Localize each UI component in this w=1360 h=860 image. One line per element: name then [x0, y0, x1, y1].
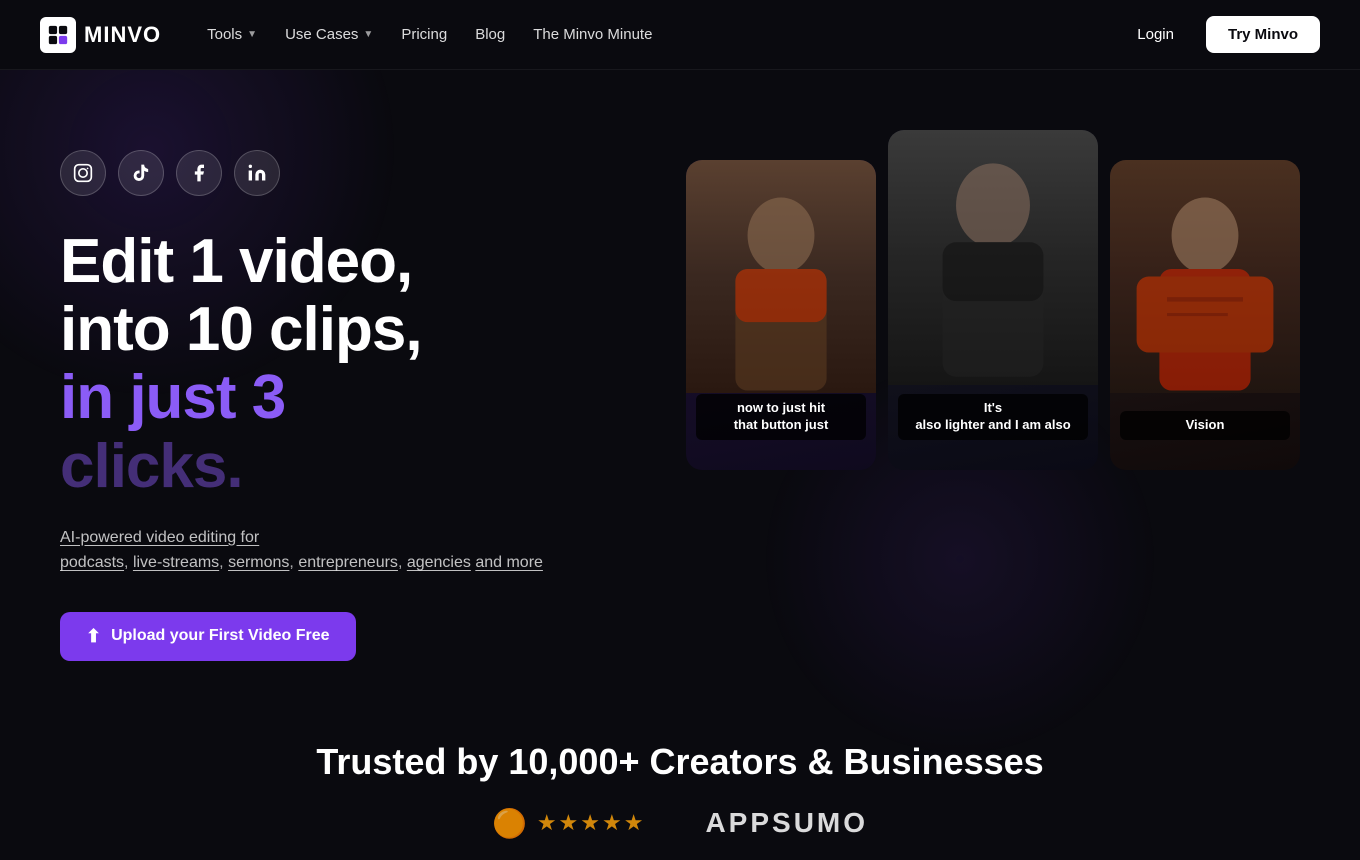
video-thumb-3: Vision [1110, 160, 1300, 470]
video-thumb-1: now to just hitthat button just [686, 160, 876, 470]
try-minvo-button[interactable]: Try Minvo [1206, 16, 1320, 53]
trust-logos: 🟠 ★★★★★ APPSUMO [40, 807, 1320, 840]
hero-subheading: AI-powered video editing for podcasts, l… [60, 525, 543, 576]
heading-line4: clicks. [60, 433, 543, 501]
login-button[interactable]: Login [1121, 18, 1190, 51]
facebook-icon-btn[interactable] [176, 150, 222, 196]
capterra-stars: ★★★★★ [537, 810, 646, 836]
nav-links: Tools ▼ Use Cases ▼ Pricing Blog The Min… [197, 20, 662, 49]
nav-minvo-minute[interactable]: The Minvo Minute [523, 20, 662, 49]
appsumo-logo: APPSUMO [705, 807, 868, 839]
tiktok-icon-btn[interactable] [118, 150, 164, 196]
heading-line3: in just 3 [60, 364, 543, 432]
instagram-icon-btn[interactable] [60, 150, 106, 196]
keyword-livestreams: live-streams [133, 554, 219, 571]
heading-line2: into 10 clips, [60, 296, 543, 364]
nav-left: MINVO Tools ▼ Use Cases ▼ Pricing Blog T… [40, 17, 662, 53]
caption-2: It'salso lighter and I am also [898, 394, 1088, 440]
keyword-sermons: sermons [228, 554, 289, 571]
nav-blog[interactable]: Blog [465, 20, 515, 49]
nav-tools[interactable]: Tools ▼ [197, 20, 267, 49]
hero-left: Edit 1 video, into 10 clips, in just 3 c… [60, 130, 543, 661]
caption-1: now to just hitthat button just [696, 394, 866, 440]
logo[interactable]: MINVO [40, 17, 161, 53]
chevron-down-icon: ▼ [247, 29, 257, 40]
keyword-podcasts: podcasts [60, 554, 124, 571]
chevron-down-icon: ▼ [363, 29, 373, 40]
hero-video-cards: now to just hitthat button just It'salso… [686, 130, 1300, 470]
video-card-1: now to just hitthat button just [686, 160, 876, 470]
capterra-icon: 🟠 [492, 807, 527, 840]
logo-text: MINVO [84, 22, 161, 48]
nav-right: Login Try Minvo [1121, 16, 1320, 53]
hero-section: Edit 1 video, into 10 clips, in just 3 c… [0, 70, 1360, 701]
logo-icon [40, 17, 76, 53]
upload-cta-button[interactable]: ⬆ Upload your First Video Free [60, 612, 356, 661]
capterra-logo: 🟠 ★★★★★ [492, 807, 646, 840]
linkedin-icon-btn[interactable] [234, 150, 280, 196]
hero-heading: Edit 1 video, into 10 clips, in just 3 c… [60, 228, 543, 501]
video-card-2: It'salso lighter and I am also [888, 130, 1098, 470]
upload-icon: ⬆ [86, 626, 101, 647]
nav-pricing[interactable]: Pricing [391, 20, 457, 49]
keyword-entrepreneurs: entrepreneurs [298, 554, 398, 571]
keyword-agencies: agencies [407, 554, 471, 571]
video-thumb-2: It'salso lighter and I am also [888, 130, 1098, 470]
trust-section: Trusted by 10,000+ Creators & Businesses… [0, 701, 1360, 860]
main-nav: MINVO Tools ▼ Use Cases ▼ Pricing Blog T… [0, 0, 1360, 70]
social-icons-row [60, 150, 543, 196]
nav-use-cases[interactable]: Use Cases ▼ [275, 20, 383, 49]
appsumo-text: APPSUMO [705, 807, 868, 839]
trust-heading: Trusted by 10,000+ Creators & Businesses [40, 741, 1320, 783]
heading-line1: Edit 1 video, [60, 228, 543, 296]
video-card-3: Vision [1110, 160, 1300, 470]
caption-3: Vision [1120, 411, 1290, 440]
